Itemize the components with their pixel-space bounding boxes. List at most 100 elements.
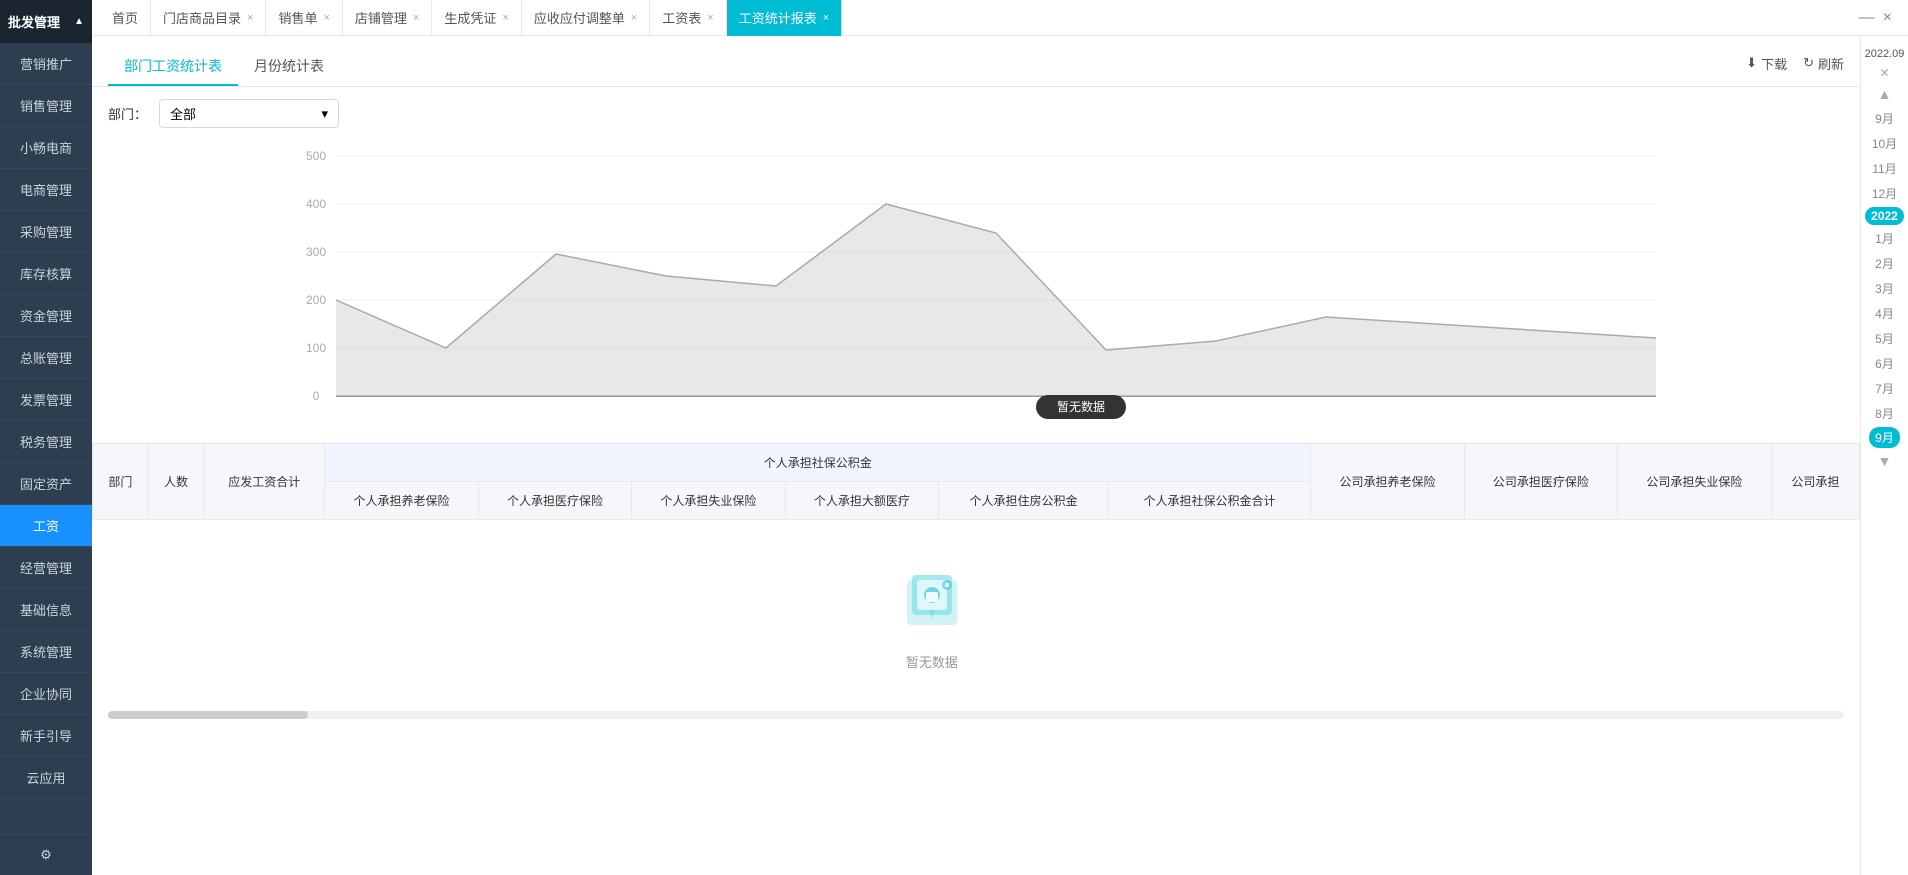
sidebar-item-发票管理[interactable]: 发票管理 (0, 379, 92, 421)
tabs-bar: 首页门店商品目录×销售单×店铺管理×生成凭证×应收应付调整单×工资表×工资统计报… (92, 0, 1908, 36)
sidebar-item-企业协同[interactable]: 企业协同 (0, 673, 92, 715)
tab-close-5[interactable]: × (631, 12, 637, 24)
sidebar-item-工资[interactable]: 工资 (0, 505, 92, 547)
sub-tabs-right: ⬇ 下载 ↻ 刷新 (1746, 54, 1844, 81)
timeline-year-2022[interactable]: 2022 (1865, 207, 1904, 225)
tab-2[interactable]: 销售单× (266, 0, 342, 36)
col-personal-pension: 个人承担养老保险 (325, 482, 478, 520)
horizontal-scrollbar-thumb[interactable] (108, 711, 308, 719)
sidebar-item-资金管理[interactable]: 资金管理 (0, 295, 92, 337)
svg-text:400: 400 (306, 197, 326, 211)
content-area: 部门工资统计表 月份统计表 ⬇ 下载 ↻ 刷新 部门： (92, 36, 1908, 875)
window-controls: — × (1851, 9, 1900, 27)
sidebar: 批发管理 ▲ 营销推广销售管理小畅电商电商管理采购管理库存核算资金管理总账管理发… (0, 0, 92, 875)
tab-7[interactable]: 工资统计报表× (727, 0, 842, 36)
dept-select-value: 全部 (170, 104, 196, 123)
timeline-month-12[interactable]: 12月 (1861, 181, 1908, 206)
col-personal-medical: 个人承担医疗保险 (478, 482, 631, 520)
tab-close-4[interactable]: × (502, 12, 508, 24)
sidebar-item-采购管理[interactable]: 采购管理 (0, 211, 92, 253)
timeline-up-arrow[interactable]: ▲ (1874, 82, 1896, 106)
timeline-month-10[interactable]: 10月 (1861, 131, 1908, 156)
tab-close-6[interactable]: × (707, 12, 713, 24)
sidebar-item-总账管理[interactable]: 总账管理 (0, 337, 92, 379)
refresh-button[interactable]: ↻ 刷新 (1803, 54, 1844, 73)
dept-select[interactable]: 全部 ▾ (159, 99, 339, 128)
tab-4[interactable]: 生成凭证× (432, 0, 521, 36)
timeline-panel: 2022.09 ✕ ▲ 9月 10月 11月 12月 2022 1月 2月 3月… (1860, 36, 1908, 875)
table-scroll[interactable]: 部门 人数 应发工资合计 个人承担社保公积金 公司承担养老保险 公司承担医疗保险… (92, 443, 1860, 711)
sub-tabs: 部门工资统计表 月份统计表 ⬇ 下载 ↻ 刷新 (92, 36, 1860, 87)
col-personal-housing: 个人承担住房公积金 (939, 482, 1109, 520)
timeline-month-6[interactable]: 6月 (1861, 351, 1908, 376)
sidebar-collapse-icon: ▲ (74, 16, 84, 27)
sidebar-item-小畅电商[interactable]: 小畅电商 (0, 127, 92, 169)
page-content: 部门工资统计表 月份统计表 ⬇ 下载 ↻ 刷新 部门： (92, 36, 1860, 875)
tab-month-stats[interactable]: 月份统计表 (238, 48, 340, 86)
timeline-month-11[interactable]: 11月 (1861, 156, 1908, 181)
tab-close-1[interactable]: × (247, 12, 253, 24)
download-icon: ⬇ (1746, 55, 1757, 71)
tab-5[interactable]: 应收应付调整单× (522, 0, 650, 36)
download-button[interactable]: ⬇ 下载 (1746, 54, 1787, 73)
main-area: 首页门店商品目录×销售单×店铺管理×生成凭证×应收应付调整单×工资表×工资统计报… (92, 0, 1908, 875)
timeline-month-5[interactable]: 5月 (1861, 326, 1908, 351)
window-close-icon[interactable]: × (1883, 9, 1892, 27)
col-company-unemploy: 公司承担失业保险 (1618, 444, 1771, 520)
table-empty-row: 暂无数据 (93, 520, 1860, 712)
sidebar-item-基础信息[interactable]: 基础信息 (0, 589, 92, 631)
sidebar-header[interactable]: 批发管理 ▲ (0, 0, 92, 43)
timeline-header-date: 2022.09 (1865, 44, 1905, 64)
col-dept: 部门 (93, 444, 149, 520)
refresh-icon: ↻ (1803, 55, 1814, 71)
tab-dept-stats[interactable]: 部门工资统计表 (108, 48, 238, 86)
timeline-month-4[interactable]: 4月 (1861, 301, 1908, 326)
sidebar-item-销售管理[interactable]: 销售管理 (0, 85, 92, 127)
window-minimize-icon[interactable]: — (1859, 9, 1875, 27)
col-personal-total: 个人承担社保公积金合计 (1108, 482, 1310, 520)
empty-text: 暂无数据 (906, 652, 958, 671)
sidebar-title: 批发管理 (8, 12, 60, 31)
sidebar-settings[interactable]: ⚙ (0, 834, 92, 875)
timeline-month-1[interactable]: 1月 (1861, 226, 1908, 251)
tab-close-2[interactable]: × (323, 12, 329, 24)
col-personal-major-medical: 个人承担大额医疗 (785, 482, 938, 520)
sidebar-item-库存核算[interactable]: 库存核算 (0, 253, 92, 295)
timeline-month-2[interactable]: 2月 (1861, 251, 1908, 276)
sidebar-item-固定资产[interactable]: 固定资产 (0, 463, 92, 505)
empty-icon (892, 560, 972, 640)
svg-text:100: 100 (306, 341, 326, 355)
svg-text:500: 500 (306, 149, 326, 163)
tab-close-3[interactable]: × (413, 12, 419, 24)
timeline-month-9-2022[interactable]: 9月 (1861, 106, 1908, 131)
timeline-month-8[interactable]: 8月 (1861, 401, 1908, 426)
sidebar-item-系统管理[interactable]: 系统管理 (0, 631, 92, 673)
tab-3[interactable]: 店铺管理× (343, 0, 432, 36)
col-personal-unemploy: 个人承担失业保险 (632, 482, 785, 520)
tab-6[interactable]: 工资表× (650, 0, 726, 36)
timeline-month-3[interactable]: 3月 (1861, 276, 1908, 301)
tab-close-7[interactable]: × (823, 12, 829, 24)
timeline-month-7[interactable]: 7月 (1861, 376, 1908, 401)
sidebar-item-经营管理[interactable]: 经营管理 (0, 547, 92, 589)
sidebar-item-云应用[interactable]: 云应用 (0, 757, 92, 799)
tab-1[interactable]: 门店商品目录× (151, 0, 266, 36)
gear-icon: ⚙ (40, 847, 52, 862)
sidebar-item-电商管理[interactable]: 电商管理 (0, 169, 92, 211)
timeline-down-arrow[interactable]: ▼ (1874, 449, 1896, 473)
col-count: 人数 (148, 444, 204, 520)
download-label: 下载 (1761, 54, 1787, 73)
sidebar-item-税务管理[interactable]: 税务管理 (0, 421, 92, 463)
col-total-salary: 应发工资合计 (204, 444, 325, 520)
tab-0[interactable]: 首页 (100, 0, 151, 36)
timeline-close-icon[interactable]: ✕ (1877, 64, 1891, 82)
table-section: 部门 人数 应发工资合计 个人承担社保公积金 公司承担养老保险 公司承担医疗保险… (92, 443, 1860, 875)
sidebar-item-营销推广[interactable]: 营销推广 (0, 43, 92, 85)
tabs-container: 首页门店商品目录×销售单×店铺管理×生成凭证×应收应付调整单×工资表×工资统计报… (100, 0, 1851, 36)
col-group-personal: 个人承担社保公积金 (325, 444, 1311, 482)
data-table: 部门 人数 应发工资合计 个人承担社保公积金 公司承担养老保险 公司承担医疗保险… (92, 443, 1860, 711)
sidebar-item-新手引导[interactable]: 新手引导 (0, 715, 92, 757)
sidebar-items-container: 营销推广销售管理小畅电商电商管理采购管理库存核算资金管理总账管理发票管理税务管理… (0, 43, 92, 799)
timeline-month-9-active[interactable]: 9月 (1869, 427, 1900, 448)
empty-state: 暂无数据 (93, 520, 1772, 711)
